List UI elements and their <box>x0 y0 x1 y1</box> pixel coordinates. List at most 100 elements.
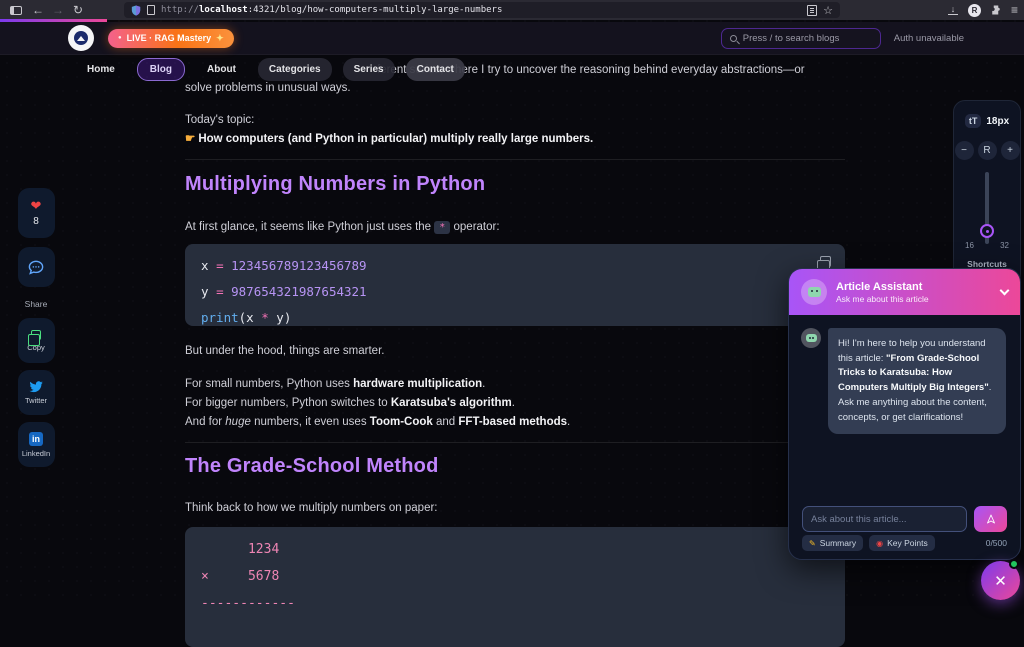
operator-paragraph: At first glance, it seems like Python ju… <box>185 219 500 236</box>
robot-icon <box>808 287 821 297</box>
pointing-hand-icon: ☛ <box>185 133 195 145</box>
font-size-slider[interactable] <box>980 172 994 235</box>
browser-toolbar: ← → ↻ http://localhost:4321/blog/how-com… <box>0 0 1024 20</box>
font-size-icon[interactable]: tT <box>965 114 982 128</box>
font-increase-button[interactable]: + <box>1001 141 1020 160</box>
live-label: LIVE · RAG Mastery <box>127 33 212 43</box>
note-icon: ✎ <box>809 539 816 548</box>
nav-item-about[interactable]: About <box>196 58 247 81</box>
tracking-shield-icon[interactable] <box>131 5 141 16</box>
copy-code-icon[interactable] <box>820 256 831 267</box>
slider-min-label: 16 <box>965 241 974 250</box>
nav-item-home[interactable]: Home <box>76 58 126 81</box>
code-line: × 5678 <box>201 563 829 590</box>
section-title-multiplying: Multiplying Numbers in Python <box>185 173 485 196</box>
linkedin-icon: in <box>29 432 43 446</box>
chat-header[interactable]: Article Assistant Ask me about this arti… <box>789 269 1020 315</box>
nav-item-contact[interactable]: Contact <box>406 58 465 81</box>
paragraph-smarter: But under the hood, things are smarter. <box>185 343 384 360</box>
article-assistant-widget: Article Assistant Ask me about this arti… <box>788 268 1021 560</box>
send-icon <box>985 513 997 525</box>
chevron-down-icon[interactable] <box>1000 286 1010 296</box>
comments-button[interactable] <box>18 247 55 287</box>
copy-link-button[interactable]: Copy <box>18 318 55 363</box>
slider-knob[interactable] <box>980 224 994 238</box>
chat-quick-actions: ✎Summary ◉Key Points 0/500 <box>802 535 1007 551</box>
chat-input-row <box>802 506 1007 532</box>
action-rail: ❤ 8 Share Copy Twitter in LinkedIn <box>17 188 55 467</box>
site-logo[interactable] <box>68 25 94 51</box>
reader-mode-icon[interactable] <box>807 5 817 16</box>
page-icon <box>147 5 155 15</box>
heart-icon: ❤ <box>31 199 42 213</box>
search-input[interactable] <box>743 33 863 44</box>
section-title-grade-school: The Grade-School Method <box>185 455 439 478</box>
code-line: print(x * y) <box>201 305 829 331</box>
font-decrease-button[interactable]: − <box>955 141 974 160</box>
target-icon: ◉ <box>876 539 883 548</box>
assistant-avatar <box>801 279 827 305</box>
robot-icon <box>806 334 817 342</box>
page-load-progress-bar <box>0 19 107 22</box>
comment-bubble-icon <box>28 260 44 275</box>
share-twitter-button[interactable]: Twitter <box>18 370 55 415</box>
code-line: y = 987654321987654321 <box>201 279 829 305</box>
forward-icon[interactable]: → <box>48 0 68 20</box>
nav-item-categories[interactable]: Categories <box>258 58 332 81</box>
topic-line: ☛How computers (and Python in particular… <box>185 131 593 148</box>
sparkle-icon: ✦ <box>216 33 224 44</box>
bookmark-star-icon[interactable]: ☆ <box>823 4 833 17</box>
paragraph-paper: Think back to how we multiply numbers on… <box>185 500 437 517</box>
intro-line2: solve problems in unusual ways. <box>185 80 351 97</box>
live-badge[interactable]: ● LIVE · RAG Mastery ✦ <box>108 29 234 48</box>
like-count: 8 <box>33 216 39 227</box>
logo-bird-icon <box>74 31 88 45</box>
font-size-value: 18px <box>986 116 1009 127</box>
nav-item-blog[interactable]: Blog <box>137 58 185 81</box>
close-icon: ✕ <box>994 572 1007 590</box>
assistant-message-row: Hi! I'm here to help you understand this… <box>789 315 1020 434</box>
downloads-icon[interactable]: ↓ <box>947 6 959 15</box>
paragraph-big-numbers: For bigger numbers, Python switches to K… <box>185 395 515 412</box>
nav-item-series[interactable]: Series <box>343 58 395 81</box>
send-button[interactable] <box>974 506 1007 532</box>
main-nav: Home Blog About Categories Series Contac… <box>76 58 465 81</box>
search-box[interactable] <box>721 28 881 49</box>
chat-subtitle: Ask me about this article <box>836 294 992 304</box>
menu-icon[interactable]: ≡ <box>1011 3 1018 17</box>
like-button[interactable]: ❤ 8 <box>18 188 55 238</box>
back-icon[interactable]: ← <box>28 0 48 20</box>
chat-input[interactable] <box>802 506 967 532</box>
copy-icon <box>31 330 41 340</box>
paragraph-huge-numbers: And for huge numbers, it even uses Toom-… <box>185 414 570 431</box>
assistant-message: Hi! I'm here to help you understand this… <box>828 328 1006 434</box>
site-header: ● LIVE · RAG Mastery ✦ Auth unavailable <box>0 22 1024 55</box>
slider-max-label: 32 <box>1000 241 1009 250</box>
reload-icon[interactable]: ↻ <box>68 0 88 20</box>
char-counter: 0/500 <box>986 538 1007 548</box>
extensions-icon[interactable] <box>990 4 1002 16</box>
profile-avatar[interactable]: R <box>968 4 981 17</box>
share-label: Share <box>25 299 48 309</box>
live-dot-icon: ● <box>118 35 122 41</box>
divider <box>185 159 845 160</box>
code-line: ------------ <box>201 590 829 617</box>
search-icon <box>730 35 737 42</box>
sidebar-toggle-icon[interactable] <box>10 6 22 15</box>
summary-chip[interactable]: ✎Summary <box>802 535 863 551</box>
code-block-grade-school: 1234 × 5678 ------------ <box>185 527 845 647</box>
code-line: x = 123456789123456789 <box>201 253 829 279</box>
paragraph-small-numbers: For small numbers, Python uses hardware … <box>185 376 485 393</box>
topic-label: Today's topic: <box>185 112 254 129</box>
online-status-dot <box>1009 559 1019 569</box>
url-text: http://localhost:4321/blog/how-computers… <box>161 5 801 15</box>
auth-status: Auth unavailable <box>894 33 964 44</box>
font-reset-button[interactable]: R <box>978 141 997 160</box>
font-size-panel: tT 18px − R + 16 32 Shortcuts Ctrl ± <box>953 100 1021 286</box>
assistant-avatar <box>801 328 821 348</box>
key-points-chip[interactable]: ◉Key Points <box>869 535 935 551</box>
code-line: 1234 <box>201 536 829 563</box>
article-content: ferent series, where I try to uncover th… <box>185 55 845 598</box>
share-linkedin-button[interactable]: in LinkedIn <box>18 422 55 467</box>
url-bar[interactable]: http://localhost:4321/blog/how-computers… <box>124 2 840 18</box>
